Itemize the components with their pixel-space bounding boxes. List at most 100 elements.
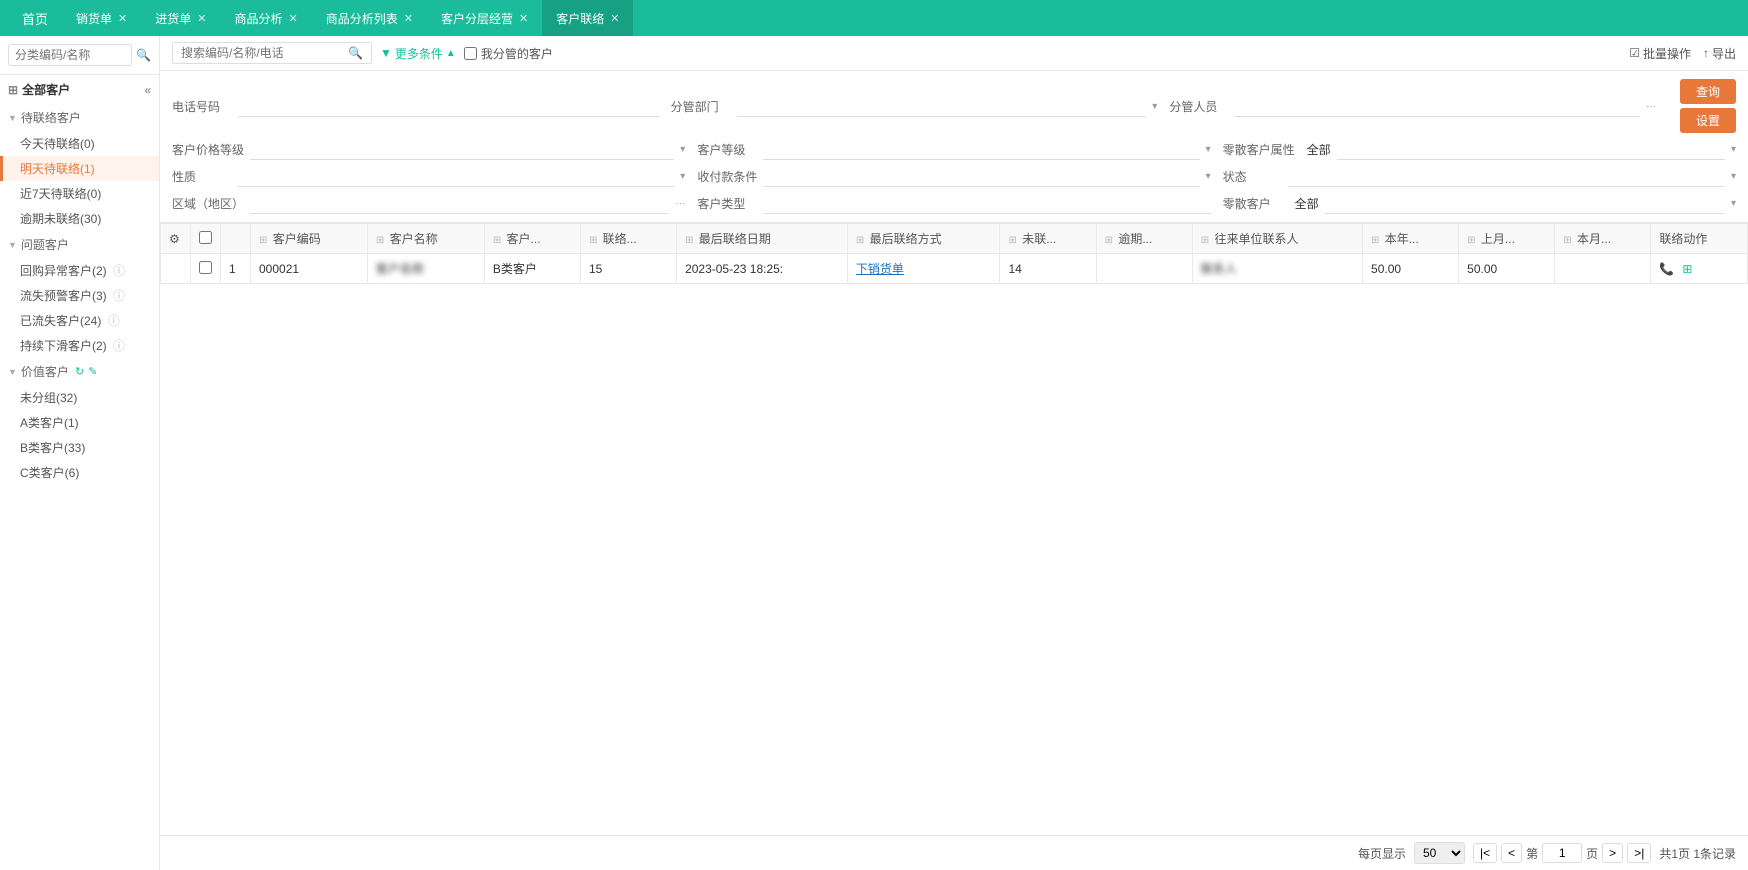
close-customer-tier-icon[interactable]: ✕ [519, 12, 528, 25]
col-last-contact-date[interactable]: ⊞ 最后联络日期 [677, 224, 848, 254]
edit-icon[interactable]: ✎ [88, 365, 97, 378]
nature-input[interactable] [238, 166, 674, 187]
sidebar-item-churned[interactable]: 已流失客户(24) ⓘ [0, 308, 159, 333]
dept-field: 分管部门 ▾ [671, 96, 1158, 117]
settings-btn[interactable]: 设置 [1680, 108, 1736, 133]
nav-customer-tier[interactable]: 客户分层经营 ✕ [427, 0, 542, 36]
sidebar-item-churn-warning[interactable]: 流失预警客户(3) ⓘ [0, 283, 159, 308]
nav-customer-contact[interactable]: 客户联络 ✕ [542, 0, 633, 36]
sidebar-item-overdue[interactable]: 逾期未联络(30) [0, 206, 159, 231]
retail-attr-input[interactable] [1337, 139, 1725, 160]
sidebar-item-today[interactable]: 今天待联络(0) [0, 131, 159, 156]
sidebar-item-class-a[interactable]: A类客户(1) [0, 410, 159, 435]
pending-group-title[interactable]: 待联络客户 [0, 104, 159, 131]
retail-attr-dropdown-icon[interactable]: ▾ [1731, 144, 1736, 155]
col-settings[interactable]: ⚙ [161, 224, 191, 254]
col-overdue[interactable]: ⊞ 逾期... [1096, 224, 1192, 254]
dept-input[interactable] [737, 96, 1147, 117]
total-records: 共1页 1条记录 [1659, 845, 1736, 862]
sidebar-search-icon[interactable]: 🔍 [136, 48, 151, 62]
page-number-input[interactable] [1542, 843, 1582, 863]
page-unit: 页 [1586, 845, 1598, 862]
close-product-list-icon[interactable]: ✕ [404, 12, 413, 25]
page-size-select[interactable]: 50 100 200 [1414, 842, 1465, 864]
filter-action-btns: 查询 设置 [1680, 79, 1736, 133]
problem-group-title[interactable]: 问题客户 [0, 231, 159, 258]
all-customers-title: ⊞ 全部客户 « [0, 75, 159, 104]
customer-type-field: 客户类型 [697, 193, 1210, 214]
row-checkbox[interactable] [199, 261, 212, 274]
price-level-input[interactable] [250, 139, 674, 160]
sidebar-item-repurchase-abnormal[interactable]: 回购异常客户(2) ⓘ [0, 258, 159, 283]
sidebar-item-ungrouped[interactable]: 未分组(32) [0, 385, 159, 410]
manager-more-icon[interactable]: ··· [1646, 101, 1656, 112]
customer-level-dropdown-icon[interactable]: ▾ [1206, 144, 1211, 155]
close-product-analysis-icon[interactable]: ✕ [289, 12, 298, 25]
manager-input[interactable] [1235, 96, 1640, 117]
col-current-year[interactable]: ⊞ 本年... [1363, 224, 1459, 254]
region-input[interactable] [250, 193, 669, 214]
col-contact-person[interactable]: ⊞ 往来单位联系人 [1192, 224, 1362, 254]
close-purchase-icon[interactable]: ✕ [197, 12, 206, 25]
settings-col-icon[interactable]: ⚙ [169, 232, 180, 246]
action-grid-icon[interactable]: ⊞ [1682, 262, 1692, 276]
sidebar-item-week7[interactable]: 近7天待联络(0) [0, 181, 159, 206]
select-all-checkbox[interactable] [199, 231, 212, 244]
close-customer-contact-icon[interactable]: ✕ [610, 12, 619, 25]
sidebar-item-tomorrow[interactable]: 明天待联络(1) [0, 156, 159, 181]
first-page-btn[interactable]: |< [1473, 843, 1497, 863]
col-checkbox[interactable] [191, 224, 221, 254]
col-uncontacted[interactable]: ⊞ 未联... [1000, 224, 1096, 254]
main-search-icon[interactable]: 🔍 [348, 46, 363, 60]
payment-input[interactable] [763, 166, 1199, 187]
row-name-blurred: 客户名称 [376, 262, 424, 276]
sidebar-search-input[interactable] [8, 44, 132, 66]
phone-input[interactable] [238, 96, 659, 117]
last-page-btn[interactable]: >| [1627, 843, 1651, 863]
close-sales-icon[interactable]: ✕ [118, 12, 127, 25]
status-input[interactable] [1289, 166, 1725, 187]
col-code-icon: ⊞ [259, 235, 267, 246]
nav-sales[interactable]: 销货单 ✕ [62, 0, 141, 36]
last-method-link[interactable]: 下销货单 [856, 262, 904, 276]
nav-home[interactable]: 首页 [8, 0, 62, 36]
retail-customer-input[interactable] [1325, 193, 1725, 214]
retail-customer-dropdown-icon[interactable]: ▾ [1731, 198, 1736, 209]
region-more-icon[interactable]: ··· [675, 198, 685, 209]
col-last-month[interactable]: ⊞ 上月... [1459, 224, 1555, 254]
query-btn[interactable]: 查询 [1680, 79, 1736, 104]
my-customers-checkbox[interactable]: 我分管的客户 [464, 45, 553, 62]
main-search-input[interactable] [181, 46, 348, 60]
row-checkbox-cell[interactable] [191, 254, 221, 284]
col-contact[interactable]: ⊞ 联络... [580, 224, 676, 254]
nature-dropdown-icon[interactable]: ▾ [680, 171, 685, 182]
next-page-btn[interactable]: > [1602, 843, 1623, 863]
action-phone-icon[interactable]: 📞 [1659, 262, 1674, 276]
customer-type-input[interactable] [763, 193, 1210, 214]
nav-product-analysis-list[interactable]: 商品分析列表 ✕ [312, 0, 427, 36]
nav-product-analysis[interactable]: 商品分析 ✕ [220, 0, 311, 36]
my-customers-check[interactable] [464, 47, 477, 60]
status-dropdown-icon[interactable]: ▾ [1731, 171, 1736, 182]
col-type[interactable]: ⊞ 客户... [484, 224, 580, 254]
col-current-month[interactable]: ⊞ 本月... [1555, 224, 1651, 254]
sidebar-item-class-b[interactable]: B类客户(33) [0, 435, 159, 460]
row-last-method-cell[interactable]: 下销货单 [847, 254, 1000, 284]
bulk-ops-btn[interactable]: ☑ 批量操作 [1629, 45, 1691, 62]
col-name[interactable]: ⊞ 客户名称 [367, 224, 484, 254]
collapse-icon[interactable]: « [144, 83, 151, 97]
col-code[interactable]: ⊞ 客户编码 [251, 224, 368, 254]
price-level-dropdown-icon[interactable]: ▾ [680, 144, 685, 155]
sidebar-item-declining[interactable]: 持续下滑客户(2) ⓘ [0, 333, 159, 358]
dept-dropdown-icon[interactable]: ▾ [1152, 101, 1157, 112]
prev-page-btn[interactable]: < [1501, 843, 1522, 863]
refresh-icon[interactable]: ↻ [75, 365, 84, 378]
customer-level-input[interactable] [763, 139, 1199, 160]
payment-dropdown-icon[interactable]: ▾ [1206, 171, 1211, 182]
sidebar-item-class-c[interactable]: C类客户(6) [0, 460, 159, 485]
more-conditions-btn[interactable]: ▼ 更多条件 ▲ [380, 45, 456, 62]
col-last-contact-method[interactable]: ⊞ 最后联络方式 [847, 224, 1000, 254]
value-group-title[interactable]: 价值客户 ↻ ✎ [0, 358, 159, 385]
nav-purchase[interactable]: 进货单 ✕ [141, 0, 220, 36]
export-btn[interactable]: ↑ 导出 [1703, 45, 1736, 62]
